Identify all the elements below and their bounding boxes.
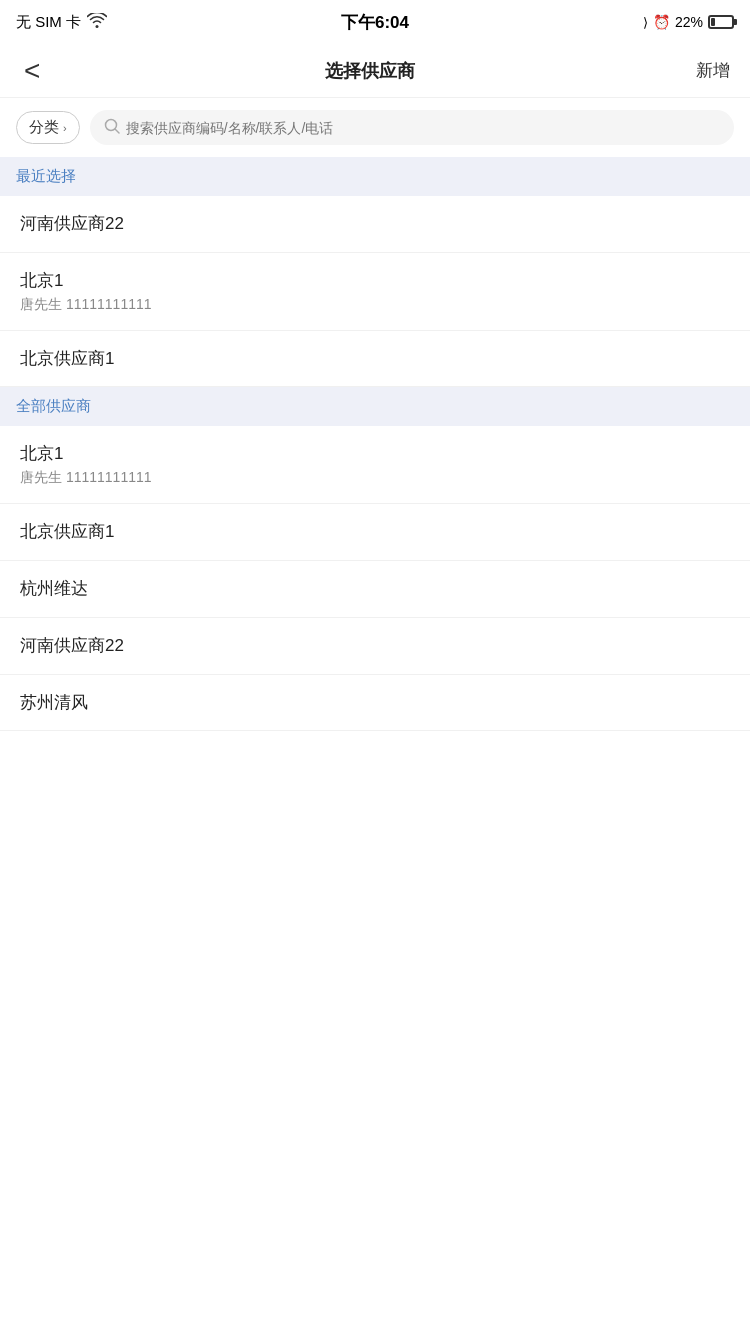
recent-section-header: 最近选择 — [0, 157, 750, 196]
item-name: 河南供应商22 — [20, 212, 730, 236]
page-title: 选择供应商 — [325, 59, 415, 83]
list-item[interactable]: 北京供应商1 — [0, 331, 750, 388]
search-icon — [104, 118, 120, 137]
category-label: 分类 — [29, 118, 59, 137]
recent-list: 河南供应商22 北京1 唐先生 11111111111 北京供应商1 — [0, 196, 750, 387]
item-name: 北京供应商1 — [20, 347, 730, 371]
item-name: 北京1 — [20, 442, 730, 466]
list-item[interactable]: 河南供应商22 — [0, 618, 750, 675]
location-icon: ⟩ — [643, 15, 648, 30]
filter-bar: 分类 › — [0, 98, 750, 157]
list-item[interactable]: 北京1 唐先生 11111111111 — [0, 426, 750, 504]
no-sim-label: 无 SIM 卡 — [16, 13, 81, 32]
alarm-icon: ⏰ — [653, 14, 670, 30]
item-name: 杭州维达 — [20, 577, 730, 601]
list-item[interactable]: 杭州维达 — [0, 561, 750, 618]
list-item[interactable]: 北京供应商1 — [0, 504, 750, 561]
item-name: 北京供应商1 — [20, 520, 730, 544]
category-button[interactable]: 分类 › — [16, 111, 80, 144]
search-input[interactable] — [126, 120, 720, 136]
list-item[interactable]: 北京1 唐先生 11111111111 — [0, 253, 750, 331]
item-name: 苏州清风 — [20, 691, 730, 715]
item-name: 北京1 — [20, 269, 730, 293]
wifi-icon — [87, 13, 107, 32]
search-box — [90, 110, 734, 145]
all-section-header: 全部供应商 — [0, 387, 750, 426]
svg-line-1 — [115, 129, 119, 133]
back-button[interactable]: < — [20, 47, 44, 95]
add-button[interactable]: 新增 — [696, 59, 730, 82]
item-name: 河南供应商22 — [20, 634, 730, 658]
item-sub: 唐先生 11111111111 — [20, 469, 730, 487]
list-item[interactable]: 苏州清风 — [0, 675, 750, 732]
nav-bar: < 选择供应商 新增 — [0, 44, 750, 98]
battery-percent: 22% — [675, 14, 703, 30]
list-item[interactable]: 河南供应商22 — [0, 196, 750, 253]
status-time: 下午6:04 — [341, 11, 409, 34]
status-right: ⟩ ⏰ 22% — [643, 14, 734, 30]
battery-icon — [708, 15, 734, 29]
item-sub: 唐先生 11111111111 — [20, 296, 730, 314]
status-left: 无 SIM 卡 — [16, 13, 107, 32]
all-list: 北京1 唐先生 11111111111 北京供应商1 杭州维达 河南供应商22 … — [0, 426, 750, 731]
status-bar: 无 SIM 卡 下午6:04 ⟩ ⏰ 22% — [0, 0, 750, 44]
chevron-right-icon: › — [63, 122, 67, 134]
